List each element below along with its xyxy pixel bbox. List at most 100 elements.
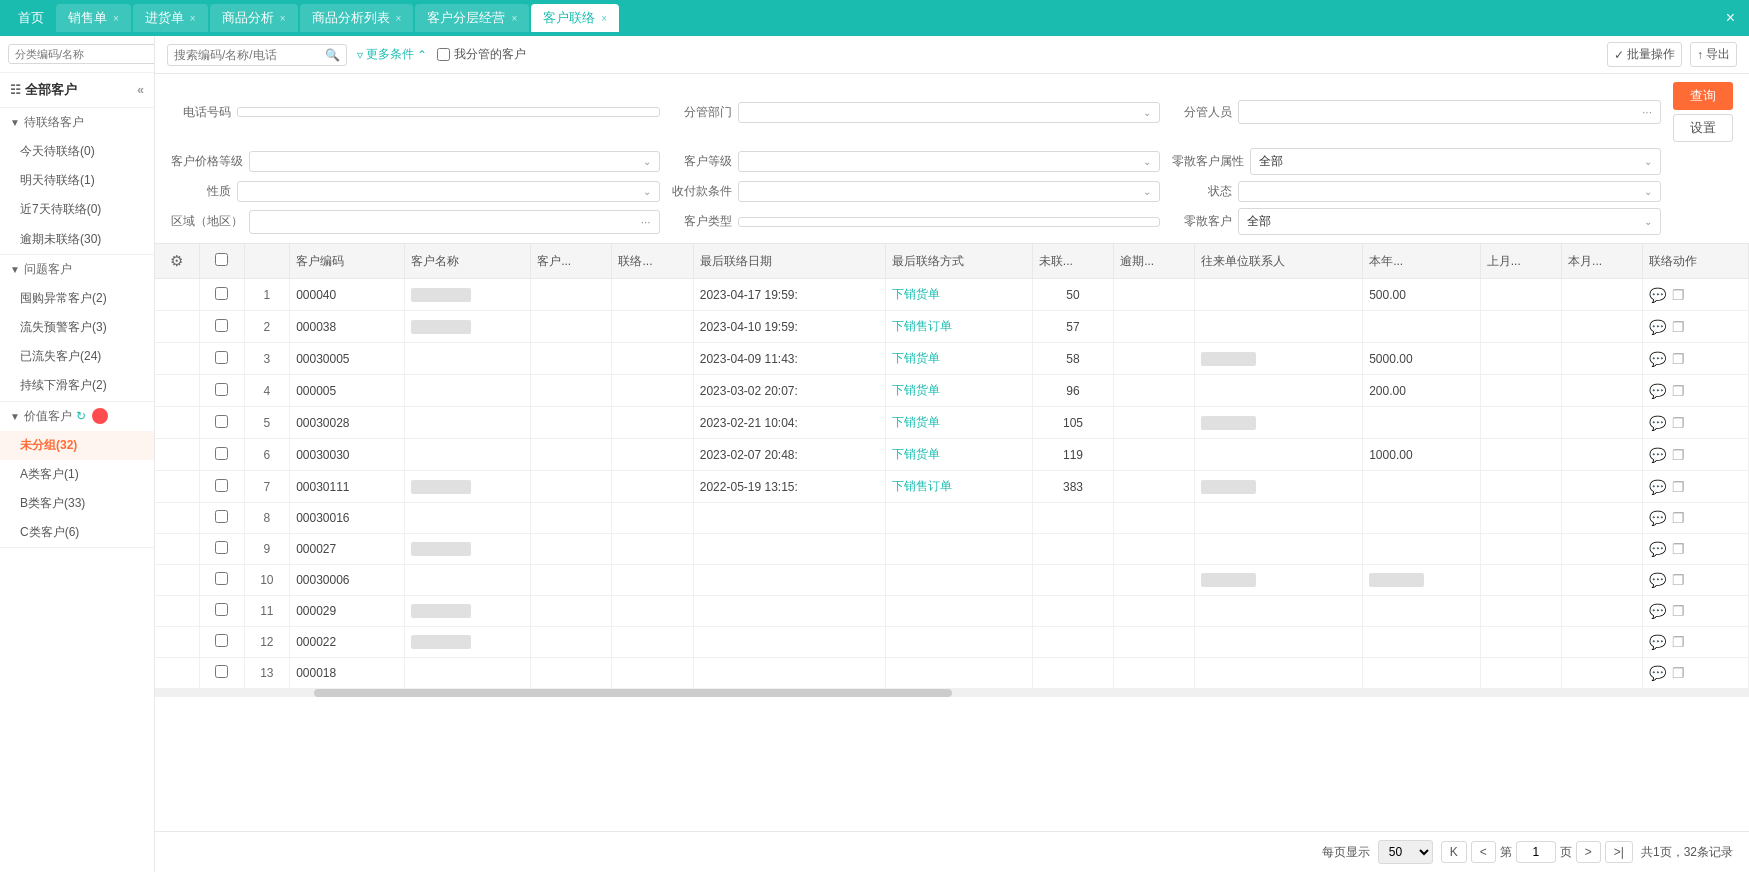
refresh-icon[interactable]: ↻ <box>76 409 86 423</box>
phone-action-icon[interactable]: 💬 <box>1649 572 1666 588</box>
field-payment-select[interactable]: ⌄ <box>738 181 1161 202</box>
next-page-button[interactable]: > <box>1576 841 1601 863</box>
sidebar-item-today[interactable]: 今天待联络(0) <box>0 137 154 166</box>
cell-checkbox[interactable] <box>199 279 244 311</box>
sidebar-all-customers[interactable]: ☷ 全部客户 « <box>0 73 154 108</box>
my-customers-check[interactable] <box>437 48 450 61</box>
filter-search-input[interactable] <box>174 48 321 62</box>
sidebar-item-tomorrow[interactable]: 明天待联络(1) <box>0 166 154 195</box>
nav-tab-customer-segment[interactable]: 客户分层经营 × <box>415 4 529 32</box>
more-action-icon[interactable]: ❐ <box>1672 447 1685 463</box>
field-price-level-select[interactable]: ⌄ <box>249 151 660 172</box>
select-all-checkbox[interactable] <box>215 253 228 266</box>
more-action-icon[interactable]: ❐ <box>1672 319 1685 335</box>
phone-action-icon[interactable]: 💬 <box>1649 510 1666 526</box>
sidebar-item-ungrouped[interactable]: 未分组(32) <box>0 431 154 460</box>
sidebar-search-input[interactable] <box>8 44 155 64</box>
field-scatter-cust-select[interactable]: 全部⌄ <box>1238 208 1661 235</box>
nav-tab-purchase[interactable]: 进货单 × <box>133 4 208 32</box>
table-scrollbar[interactable] <box>155 689 1749 697</box>
field-manager-input[interactable]: ··· <box>1238 100 1661 124</box>
close-all-button[interactable]: × <box>1720 9 1741 27</box>
more-action-icon[interactable]: ❐ <box>1672 479 1685 495</box>
cell-checkbox[interactable] <box>199 471 244 503</box>
nav-tab-analysis[interactable]: 商品分析 × <box>210 4 298 32</box>
sidebar-item-declining[interactable]: 持续下滑客户(2) <box>0 371 154 400</box>
close-tab-contact[interactable]: × <box>601 13 607 24</box>
nav-home[interactable]: 首页 <box>8 9 54 27</box>
phone-action-icon[interactable]: 💬 <box>1649 603 1666 619</box>
sidebar-item-a-class[interactable]: A类客户(1) <box>0 460 154 489</box>
more-action-icon[interactable]: ❐ <box>1672 510 1685 526</box>
last-method-link[interactable]: 下销货单 <box>892 351 940 365</box>
cell-checkbox[interactable] <box>199 596 244 627</box>
more-action-icon[interactable]: ❐ <box>1672 287 1685 303</box>
last-method-link[interactable]: 下销售订单 <box>892 479 952 493</box>
section-problem-title[interactable]: ▼ 问题客户 <box>0 255 154 284</box>
sidebar-item-c-class[interactable]: C类客户(6) <box>0 518 154 547</box>
cell-checkbox[interactable] <box>199 343 244 375</box>
cell-checkbox[interactable] <box>199 565 244 596</box>
field-nature-select[interactable]: ⌄ <box>237 181 660 202</box>
cell-checkbox[interactable] <box>199 439 244 471</box>
phone-action-icon[interactable]: 💬 <box>1649 665 1666 681</box>
field-scatter-attr-select[interactable]: 全部⌄ <box>1250 148 1661 175</box>
more-action-icon[interactable]: ❐ <box>1672 572 1685 588</box>
more-action-icon[interactable]: ❐ <box>1672 541 1685 557</box>
batch-op-button[interactable]: ✓ 批量操作 <box>1607 42 1682 67</box>
phone-action-icon[interactable]: 💬 <box>1649 447 1666 463</box>
sidebar-item-abnormal[interactable]: 囤购异常客户(2) <box>0 284 154 313</box>
more-action-icon[interactable]: ❐ <box>1672 415 1685 431</box>
more-action-icon[interactable]: ❐ <box>1672 351 1685 367</box>
cell-checkbox[interactable] <box>199 407 244 439</box>
close-tab-segment[interactable]: × <box>511 13 517 24</box>
first-page-button[interactable]: K <box>1441 841 1467 863</box>
sidebar-item-overdue[interactable]: 逾期未联络(30) <box>0 225 154 254</box>
field-cust-type-input[interactable] <box>738 217 1161 227</box>
filter-more-button[interactable]: ▿ 更多条件 ⌃ <box>357 46 427 63</box>
cell-checkbox[interactable] <box>199 658 244 689</box>
nav-tab-sales[interactable]: 销售单 × <box>56 4 131 32</box>
cell-checkbox[interactable] <box>199 534 244 565</box>
field-region-input[interactable]: ··· <box>249 210 660 234</box>
page-number-input[interactable] <box>1516 841 1556 863</box>
phone-action-icon[interactable]: 💬 <box>1649 319 1666 335</box>
export-button[interactable]: ↑ 导出 <box>1690 42 1737 67</box>
close-tab-analysis-list[interactable]: × <box>396 13 402 24</box>
cell-checkbox[interactable] <box>199 503 244 534</box>
last-method-link[interactable]: 下销货单 <box>892 287 940 301</box>
sidebar-item-lost[interactable]: 已流失客户(24) <box>0 342 154 371</box>
page-size-select[interactable]: 50 100 <box>1378 840 1433 864</box>
nav-tab-analysis-list[interactable]: 商品分析列表 × <box>300 4 414 32</box>
query-button[interactable]: 查询 <box>1673 82 1733 110</box>
last-method-link[interactable]: 下销货单 <box>892 415 940 429</box>
phone-action-icon[interactable]: 💬 <box>1649 415 1666 431</box>
cell-checkbox[interactable] <box>199 627 244 658</box>
more-action-icon[interactable]: ❐ <box>1672 634 1685 650</box>
sidebar-item-b-class[interactable]: B类客户(33) <box>0 489 154 518</box>
phone-action-icon[interactable]: 💬 <box>1649 479 1666 495</box>
section-pending-title[interactable]: ▼ 待联络客户 <box>0 108 154 137</box>
close-tab-sales[interactable]: × <box>113 13 119 24</box>
last-method-link[interactable]: 下销货单 <box>892 383 940 397</box>
close-tab-analysis[interactable]: × <box>280 13 286 24</box>
my-customers-checkbox[interactable]: 我分管的客户 <box>437 46 526 63</box>
last-method-link[interactable]: 下销货单 <box>892 447 940 461</box>
more-action-icon[interactable]: ❐ <box>1672 603 1685 619</box>
phone-action-icon[interactable]: 💬 <box>1649 383 1666 399</box>
phone-action-icon[interactable]: 💬 <box>1649 634 1666 650</box>
col-settings[interactable]: ⚙ <box>155 244 199 279</box>
filter-search-icon[interactable]: 🔍 <box>325 48 340 62</box>
more-action-icon[interactable]: ❐ <box>1672 383 1685 399</box>
close-tab-purchase[interactable]: × <box>190 13 196 24</box>
section-value-title[interactable]: ▼ 价值客户 ↻ <box>0 402 154 431</box>
phone-action-icon[interactable]: 💬 <box>1649 541 1666 557</box>
last-method-link[interactable]: 下销售订单 <box>892 319 952 333</box>
phone-action-icon[interactable]: 💬 <box>1649 351 1666 367</box>
sidebar-item-warning[interactable]: 流失预警客户(3) <box>0 313 154 342</box>
phone-action-icon[interactable]: 💬 <box>1649 287 1666 303</box>
reset-button[interactable]: 设置 <box>1673 114 1733 142</box>
more-action-icon[interactable]: ❐ <box>1672 665 1685 681</box>
sidebar-collapse-icon[interactable]: « <box>137 83 144 97</box>
field-phone-input[interactable] <box>237 107 660 117</box>
